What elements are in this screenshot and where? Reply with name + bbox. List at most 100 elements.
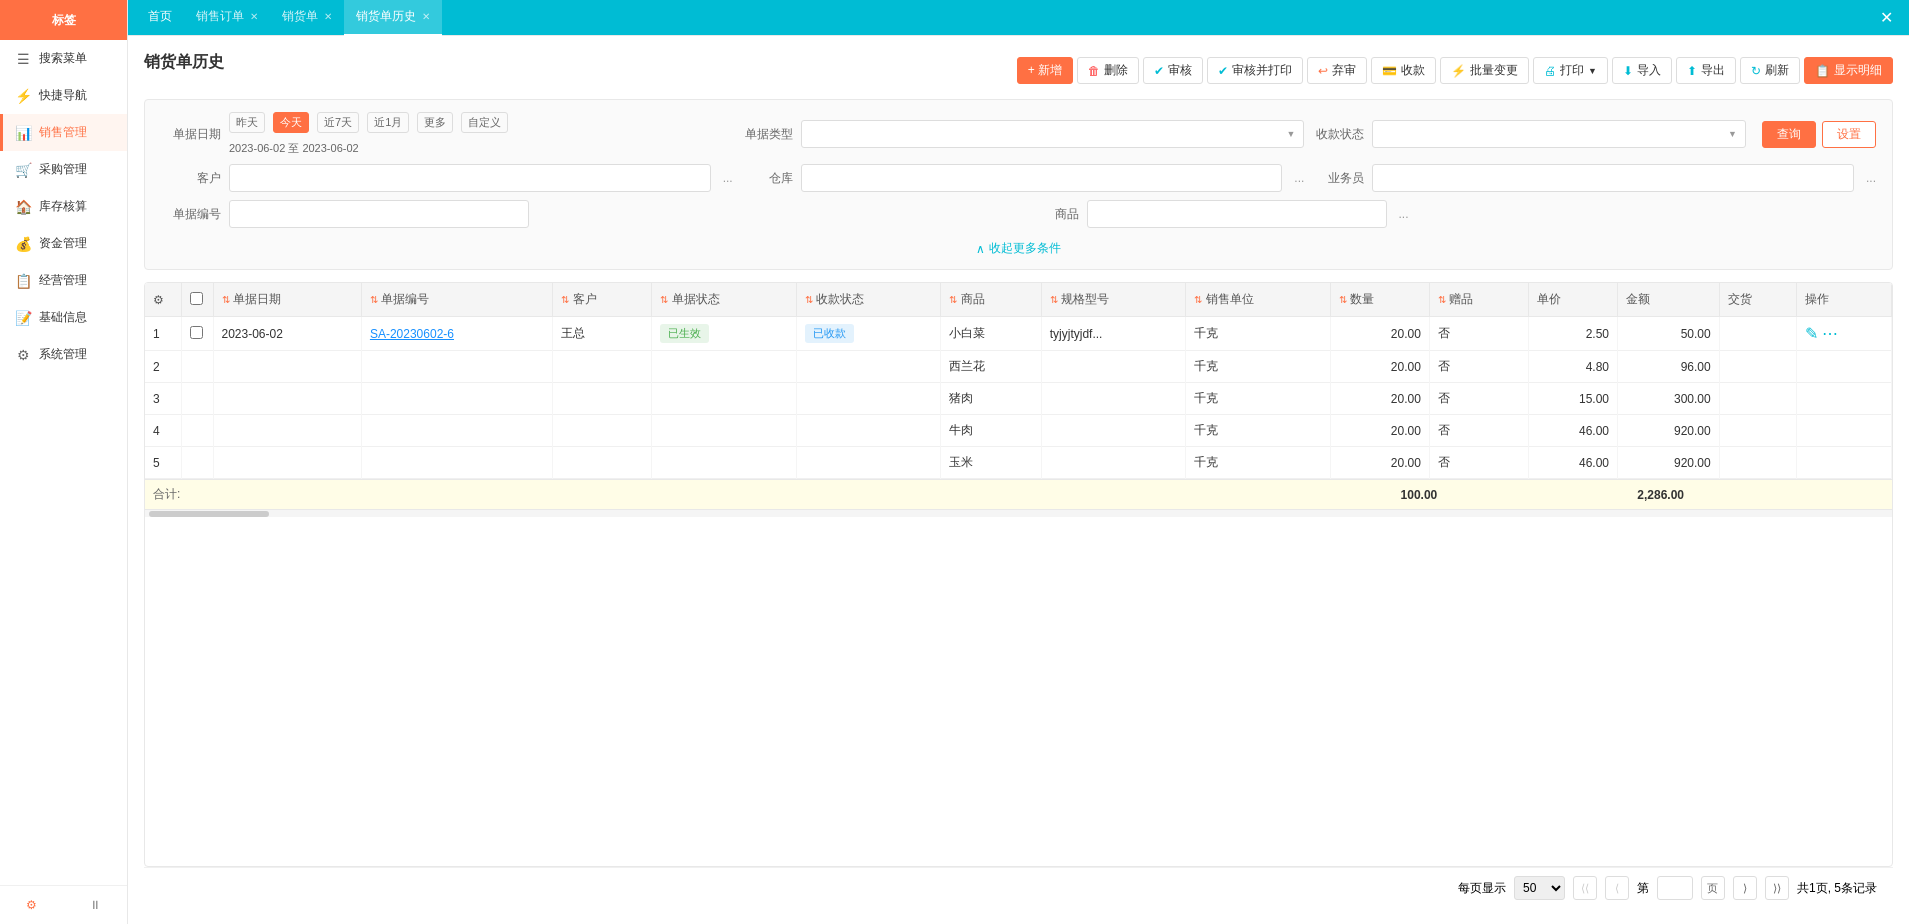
col-doc-date[interactable]: ⇅ 单据日期 xyxy=(213,283,361,317)
customer-dots[interactable]: ... xyxy=(723,171,733,185)
sort-icon: ⇅ xyxy=(370,294,378,305)
col-gift[interactable]: ⇅ 赠品 xyxy=(1429,283,1528,317)
col-settings[interactable]: ⚙ xyxy=(145,283,181,317)
table-row: 4 牛肉 千克 20.00 否 46.00 920.00 xyxy=(145,415,1892,447)
date-btn-1month[interactable]: 近1月 xyxy=(367,112,409,133)
app-logo: 标签 xyxy=(0,0,127,40)
salesperson-dots[interactable]: ... xyxy=(1866,171,1876,185)
page-number-input[interactable]: 1 xyxy=(1657,876,1693,900)
sidebar-item-basic-info[interactable]: 📝 基础信息 xyxy=(0,299,127,336)
sort-icon: ⇅ xyxy=(1339,294,1347,305)
doc-number-input[interactable] xyxy=(229,200,529,228)
collapse-button[interactable]: ∧ 收起更多条件 xyxy=(976,240,1061,257)
scroll-thumb[interactable] xyxy=(149,511,269,517)
batch-change-button[interactable]: ⚡ 批量变更 xyxy=(1440,57,1529,84)
filter-doc-type: 单据类型 ▼ xyxy=(733,120,1305,148)
sidebar-item-sales-mgmt[interactable]: 📊 销售管理 xyxy=(0,114,127,151)
sidebar-bottom-icon1[interactable]: ⚙ xyxy=(26,898,37,912)
tab-sales-goods-close[interactable]: ✕ xyxy=(324,11,332,22)
cell-doc-status xyxy=(652,383,797,415)
date-btn-today[interactable]: 今天 xyxy=(273,112,309,133)
edit-action-btn[interactable]: ✎ xyxy=(1805,324,1818,343)
page-content: 销货单历史 + 新增 🗑 删除 ✔ 审核 ✔ 审核并打印 ↩ 弃审 xyxy=(128,36,1909,924)
cell-customer: 王总 xyxy=(553,317,652,351)
doc-type-select[interactable]: ▼ xyxy=(801,120,1305,148)
col-qty[interactable]: ⇅ 数量 xyxy=(1330,283,1429,317)
cell-customer xyxy=(553,415,652,447)
sidebar-item-operation[interactable]: 📋 经营管理 xyxy=(0,262,127,299)
col-spec[interactable]: ⇅ 规格型号 xyxy=(1041,283,1186,317)
warehouse-dots[interactable]: ... xyxy=(1294,171,1304,185)
page-next-btn[interactable]: ⟩ xyxy=(1733,876,1757,900)
tabs-close-all[interactable]: ✕ xyxy=(1872,8,1901,27)
cell-doc-status: 已生效 xyxy=(652,317,797,351)
review-icon: ✔ xyxy=(1154,64,1164,78)
date-btn-more[interactable]: 更多 xyxy=(417,112,453,133)
cell-checkbox xyxy=(181,317,213,351)
sidebar-item-system[interactable]: ⚙ 系统管理 xyxy=(0,336,127,373)
more-action-btn[interactable]: ⋯ xyxy=(1822,324,1838,343)
goods-input[interactable] xyxy=(1087,200,1387,228)
tab-home[interactable]: 首页 xyxy=(136,0,184,36)
cell-price: 46.00 xyxy=(1528,415,1617,447)
cell-spec xyxy=(1041,351,1186,383)
sidebar-item-label: 采购管理 xyxy=(39,161,87,178)
date-btn-yesterday[interactable]: 昨天 xyxy=(229,112,265,133)
tab-sales-history-close[interactable]: ✕ xyxy=(422,11,430,22)
abandon-button[interactable]: ↩ 弃审 xyxy=(1307,57,1367,84)
show-detail-button[interactable]: 📋 显示明细 xyxy=(1804,57,1893,84)
print-button[interactable]: 🖨 打印 ▼ xyxy=(1533,57,1608,84)
page-last-btn[interactable]: ⟩⟩ xyxy=(1765,876,1789,900)
import-button[interactable]: ⬇ 导入 xyxy=(1612,57,1672,84)
sidebar-item-purchase-mgmt[interactable]: 🛒 采购管理 xyxy=(0,151,127,188)
tab-sales-order-close[interactable]: ✕ xyxy=(250,11,258,22)
col-unit[interactable]: ⇅ 销售单位 xyxy=(1186,283,1331,317)
sidebar-item-search-menu[interactable]: ☰ 搜索菜单 xyxy=(0,40,127,77)
delete-button[interactable]: 🗑 删除 xyxy=(1077,57,1139,84)
sidebar-item-finance[interactable]: 💰 资金管理 xyxy=(0,225,127,262)
cell-goods: 西兰花 xyxy=(941,351,1041,383)
sidebar-item-label: 库存核算 xyxy=(39,198,87,215)
finance-icon: 💰 xyxy=(15,236,31,252)
col-doc-status[interactable]: ⇅ 单据状态 xyxy=(652,283,797,317)
collect-button[interactable]: 💳 收款 xyxy=(1371,57,1436,84)
row-checkbox[interactable] xyxy=(190,326,203,339)
cell-price: 4.80 xyxy=(1528,351,1617,383)
select-all-checkbox[interactable] xyxy=(190,292,203,305)
sidebar-item-inventory[interactable]: 🏠 库存核算 xyxy=(0,188,127,225)
pagination: 每页显示 50 100 200 ⟨⟨ ⟨ 第 1 页 ⟩ ⟩⟩ 共1页, 5条记… xyxy=(144,867,1893,908)
payment-status-select[interactable]: ▼ xyxy=(1372,120,1746,148)
date-btn-7days[interactable]: 近7天 xyxy=(317,112,359,133)
setting-button[interactable]: 设置 xyxy=(1822,121,1876,148)
tab-sales-order[interactable]: 销售订单 ✕ xyxy=(184,0,270,36)
sidebar-bottom-icon2[interactable]: ⏸ xyxy=(89,898,101,912)
cell-doc-number xyxy=(361,383,552,415)
customer-input[interactable] xyxy=(229,164,711,192)
sidebar-item-quick-nav[interactable]: ⚡ 快捷导航 xyxy=(0,77,127,114)
refresh-button[interactable]: ↻ 刷新 xyxy=(1740,57,1800,84)
warehouse-input[interactable] xyxy=(801,164,1283,192)
horizontal-scrollbar[interactable] xyxy=(145,509,1892,517)
doc-number-link[interactable]: SA-20230602-6 xyxy=(370,327,454,341)
tab-sales-history[interactable]: 销货单历史 ✕ xyxy=(344,0,442,36)
review-print-button[interactable]: ✔ 审核并打印 xyxy=(1207,57,1303,84)
col-doc-number[interactable]: ⇅ 单据编号 xyxy=(361,283,552,317)
new-button[interactable]: + 新增 xyxy=(1017,57,1073,84)
salesperson-input[interactable] xyxy=(1372,164,1854,192)
table-footer: 合计: 100.00 2,286.00 xyxy=(145,479,1892,509)
col-goods[interactable]: ⇅ 商品 xyxy=(941,283,1041,317)
export-button[interactable]: ⬆ 导出 xyxy=(1676,57,1736,84)
query-button[interactable]: 查询 xyxy=(1762,121,1816,148)
per-page-select[interactable]: 50 100 200 xyxy=(1514,876,1565,900)
date-btn-custom[interactable]: 自定义 xyxy=(461,112,508,133)
total-records: 共1页, 5条记录 xyxy=(1797,880,1877,897)
page-prev-btn[interactable]: ⟨ xyxy=(1605,876,1629,900)
cell-goods: 玉米 xyxy=(941,447,1041,479)
tab-sales-goods[interactable]: 销货单 ✕ xyxy=(270,0,344,36)
table-scroll[interactable]: ⚙ ⇅ 单据日期 ⇅ 单据编号 xyxy=(145,283,1892,479)
goods-dots[interactable]: ... xyxy=(1399,207,1409,221)
col-payment-status[interactable]: ⇅ 收款状态 xyxy=(796,283,941,317)
review-button[interactable]: ✔ 审核 xyxy=(1143,57,1203,84)
col-customer[interactable]: ⇅ 客户 xyxy=(553,283,652,317)
page-first-btn[interactable]: ⟨⟨ xyxy=(1573,876,1597,900)
